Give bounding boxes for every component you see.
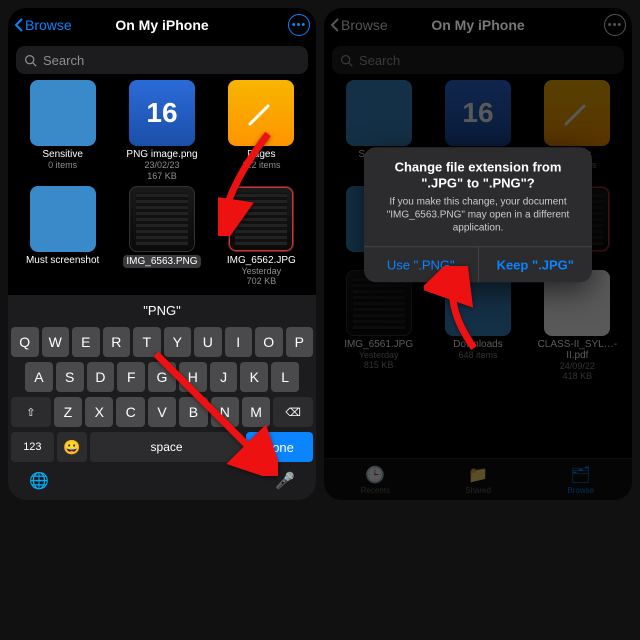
filename-editing[interactable]: IMG_6563.PNG: [123, 255, 200, 268]
key-p[interactable]: P: [286, 327, 314, 357]
kb-bottom-bar: 🌐 🎤: [11, 467, 313, 497]
key-y[interactable]: Y: [164, 327, 192, 357]
pages-icon: [544, 80, 610, 146]
folder-must-screenshot[interactable]: Must screenshot: [14, 186, 111, 288]
key-c[interactable]: C: [116, 397, 144, 427]
kb-suggestion[interactable]: "PNG": [11, 301, 313, 322]
key-emoji[interactable]: 😀: [57, 432, 88, 462]
key-w[interactable]: W: [42, 327, 70, 357]
folder-sensitive[interactable]: Sensitive 0 items: [14, 80, 111, 182]
nav-bar: Browse On My iPhone •••: [8, 8, 316, 42]
key-u[interactable]: U: [194, 327, 222, 357]
folder-downloads[interactable]: Downloads 648 items: [429, 270, 526, 383]
key-space[interactable]: space: [90, 432, 243, 462]
key-x[interactable]: X: [85, 397, 113, 427]
mic-icon[interactable]: 🎤: [275, 471, 295, 491]
key-k[interactable]: K: [240, 362, 268, 392]
key-f[interactable]: F: [117, 362, 145, 392]
file-png-image[interactable]: 16 PNG image.png 23/02/23 167 KB: [113, 80, 210, 182]
pages-icon: [228, 80, 294, 146]
file-grid: Sensitive 0 items 16 PNG image.png 23/02…: [8, 80, 316, 295]
key-s[interactable]: S: [56, 362, 84, 392]
alert-title: Change file extension from ".JPG" to ".P…: [364, 147, 592, 194]
key-o[interactable]: O: [255, 327, 283, 357]
more-icon[interactable]: •••: [288, 14, 310, 36]
tab-bar: 🕒 Recents 📁 Shared 🗂 Browse: [324, 458, 632, 500]
key-n[interactable]: N: [211, 397, 239, 427]
search-placeholder: Search: [43, 53, 84, 68]
alert-keep-button[interactable]: Keep ".JPG": [478, 247, 593, 282]
alert-use-button[interactable]: Use ".PNG": [364, 247, 478, 282]
tab-shared[interactable]: 📁 Shared: [427, 459, 530, 500]
back-label: Browse: [341, 17, 388, 33]
tab-browse[interactable]: 🗂 Browse: [529, 459, 632, 500]
back-label: Browse: [25, 17, 72, 33]
key-j[interactable]: J: [210, 362, 238, 392]
key-shift[interactable]: ⇧: [11, 397, 51, 427]
kb-row-4: 123 😀 space done: [11, 432, 313, 462]
alert-dialog: Change file extension from ".JPG" to ".P…: [364, 147, 592, 283]
key-d[interactable]: D: [87, 362, 115, 392]
key-b[interactable]: B: [179, 397, 207, 427]
key-123[interactable]: 123: [11, 432, 54, 462]
key-a[interactable]: A: [25, 362, 53, 392]
key-l[interactable]: L: [271, 362, 299, 392]
browse-icon: 🗂: [571, 465, 591, 485]
alert-message: If you make this change, your document "…: [364, 193, 592, 246]
key-e[interactable]: E: [72, 327, 100, 357]
kb-row-2: A S D F G H J K L: [11, 362, 313, 392]
shared-icon: 📁: [468, 465, 488, 485]
key-t[interactable]: T: [133, 327, 161, 357]
key-h[interactable]: H: [179, 362, 207, 392]
more-icon[interactable]: •••: [604, 14, 626, 36]
phone-left: Browse On My iPhone ••• Search Sensitive…: [8, 8, 316, 500]
nav-bar: Browse On My iPhone •••: [324, 8, 632, 42]
key-backspace[interactable]: ⌫: [273, 397, 313, 427]
file-img-6562[interactable]: IMG_6562.JPG Yesterday 702 KB: [213, 186, 310, 288]
kb-row-1: Q W E R T Y U I O P: [11, 327, 313, 357]
search-icon: [340, 54, 353, 67]
search-icon: [24, 54, 37, 67]
key-done[interactable]: done: [246, 432, 313, 462]
keyboard: "PNG" Q W E R T Y U I O P A S D F G H J: [8, 295, 316, 500]
back-button[interactable]: Browse: [14, 17, 72, 33]
kb-row-3: ⇧ Z X C V B N M ⌫: [11, 397, 313, 427]
file-img-6561[interactable]: IMG_6561.JPG Yesterday 815 KB: [330, 270, 427, 383]
search-field[interactable]: Search: [332, 46, 624, 74]
key-m[interactable]: M: [242, 397, 270, 427]
search-placeholder: Search: [359, 53, 400, 68]
key-q[interactable]: Q: [11, 327, 39, 357]
key-r[interactable]: R: [103, 327, 131, 357]
file-class-pdf[interactable]: CLASS-II_SYL…-II.pdf 24/09/22 418 KB: [529, 270, 626, 383]
tab-recents[interactable]: 🕒 Recents: [324, 459, 427, 500]
key-i[interactable]: I: [225, 327, 253, 357]
back-button[interactable]: Browse: [330, 17, 388, 33]
key-v[interactable]: V: [148, 397, 176, 427]
folder-pages[interactable]: Pages 112 items: [213, 80, 310, 182]
globe-icon[interactable]: 🌐: [29, 471, 49, 491]
clock-icon: 🕒: [365, 465, 385, 485]
file-img-6563[interactable]: IMG_6563.PNG: [113, 186, 210, 288]
key-g[interactable]: G: [148, 362, 176, 392]
key-z[interactable]: Z: [54, 397, 82, 427]
search-field[interactable]: Search: [16, 46, 308, 74]
phone-right: Browse On My iPhone ••• Search Sensitive…: [324, 8, 632, 500]
